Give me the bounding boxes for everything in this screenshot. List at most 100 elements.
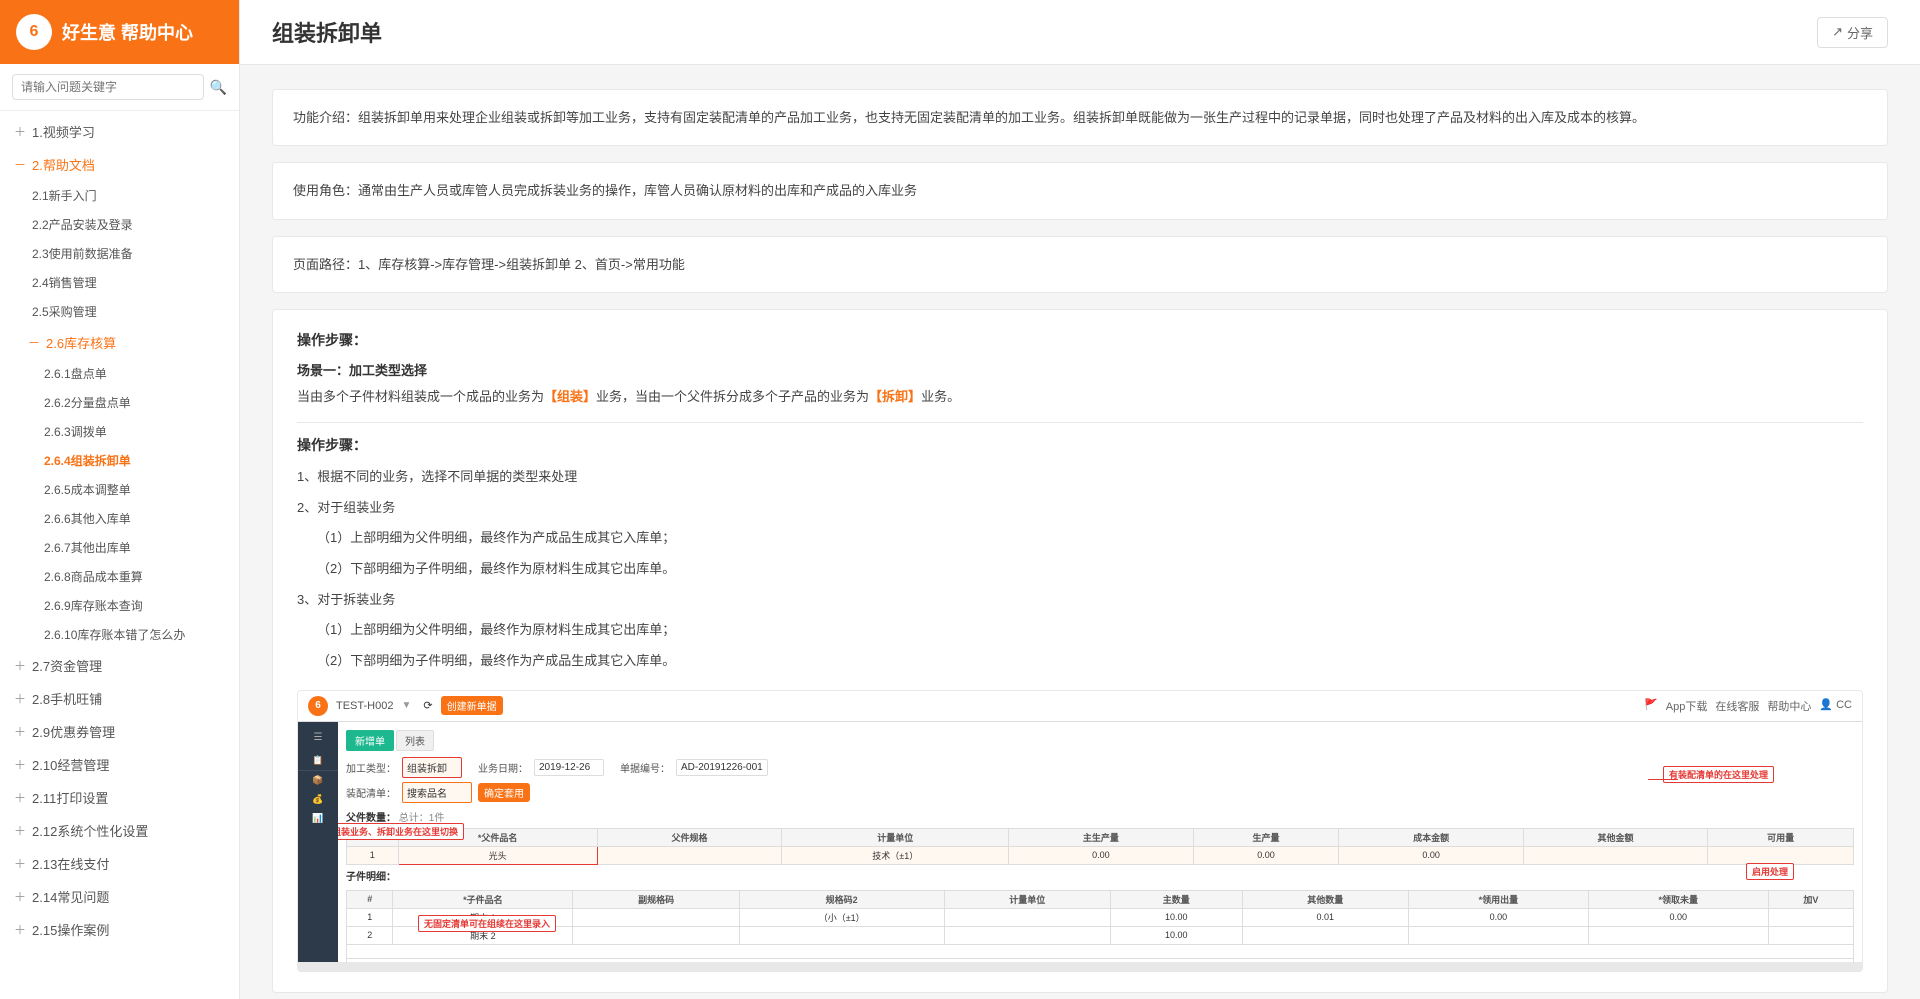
- mock-parent-row-1: 1 光头 技术（±1） 0.00 0.00 0.00: [347, 846, 1854, 864]
- mock-td-runit: 技术（±1）: [782, 846, 1009, 864]
- sidebar: 6 好生意 帮助中心 🔍 ＋ 1.视频学习 － 2.帮助文档 2.1新手入门 2…: [0, 0, 240, 999]
- sidebar-item-video[interactable]: ＋ 1.视频学习: [0, 115, 239, 148]
- sidebar-title: 好生意 帮助中心: [62, 19, 193, 45]
- share-button[interactable]: ↗ 分享: [1817, 17, 1888, 48]
- sidebar-item-newcomer[interactable]: 2.1新手入门: [0, 181, 239, 210]
- sidebar-item-purchase[interactable]: 2.5采购管理: [0, 297, 239, 326]
- steps-block: 操作步骤： 场景一：加工类型选择 当由多个子件材料组装成一个成品的业务为【组装】…: [272, 309, 1888, 993]
- mock-td-rprodqty: 0.00: [1193, 846, 1339, 864]
- sidebar-item-inventory[interactable]: － 2.6库存核算: [0, 326, 239, 359]
- plus-icon-3: ＋: [14, 690, 26, 707]
- minus-icon-2: －: [28, 334, 40, 351]
- sidebar-item-custom[interactable]: ＋ 2.12系统个性化设置: [0, 814, 239, 847]
- sidebar-item-otheroutstock[interactable]: 2.6.7其他出库单: [0, 533, 239, 562]
- sidebar-item-coupon[interactable]: ＋ 2.9优惠券管理: [0, 715, 239, 748]
- sidebar-item-stockcount[interactable]: 2.6.1盘点单: [0, 359, 239, 388]
- mock-ctd-spec1: [573, 908, 739, 926]
- mock-dropdown-icon: ▼: [401, 700, 411, 711]
- sidebar-item-print[interactable]: ＋ 2.11打印设置: [0, 781, 239, 814]
- mock-cth-usage: *领用出量: [1408, 890, 1588, 908]
- sidebar-item-finance[interactable]: ＋ 2.7资金管理: [0, 649, 239, 682]
- step-3-2: （2）下部明细为子件明细，最终作为产成品生成其它入库单。: [317, 649, 1863, 674]
- annotation-enable: 启用处理: [1746, 863, 1794, 880]
- sidebar-item-costrecalc[interactable]: 2.6.8商品成本重算: [0, 562, 239, 591]
- mock-enable-row: 子件明细： 启用处理: [346, 865, 1854, 886]
- sidebar-item-docs[interactable]: － 2.帮助文档: [0, 148, 239, 181]
- step-title: 操作步骤：: [297, 435, 1863, 455]
- mock-empty-row: [347, 944, 1854, 958]
- sidebar-item-ops[interactable]: ＋ 2.10经营管理: [0, 748, 239, 781]
- sidebar-item-mobile[interactable]: ＋ 2.8手机旺铺: [0, 682, 239, 715]
- plus-icon-8: ＋: [14, 855, 26, 872]
- sidebar-item-assembly[interactable]: 2.6.4组装拆卸单: [0, 446, 239, 475]
- step-2: 2、对于组装业务: [297, 496, 1863, 521]
- logo-icon: 6: [16, 14, 52, 50]
- plus-icon-6: ＋: [14, 789, 26, 806]
- mock-top-table-label: 父件数量： 总计：1件 组装业务、拆卸业务在这里切换: [346, 809, 1854, 824]
- mock-td-rother: [1523, 846, 1707, 864]
- sidebar-item-splitcount[interactable]: 2.6.2分量盘点单: [0, 388, 239, 417]
- search-button[interactable]: 🔍: [210, 79, 227, 96]
- step-2-1: （1）上部明细为父件明细，最终作为产成品生成其它入库单；: [317, 526, 1863, 551]
- page-title: 组装拆卸单: [272, 16, 382, 48]
- annotation-nofixed: 无固定清单可在组续在这里录入: [418, 915, 556, 932]
- sidebar-item-error[interactable]: 2.6.10库存账本错了怎么办: [0, 620, 239, 649]
- sidebar-item-otherinstock[interactable]: 2.6.6其他入库单: [0, 504, 239, 533]
- mock-ctd2-mainqty: 10.00: [1110, 926, 1242, 944]
- plus-icon-7: ＋: [14, 822, 26, 839]
- mock-app-link: App下载: [1666, 698, 1708, 714]
- mock-ctd-flag: [1768, 908, 1853, 926]
- mock-company: TEST-H002: [336, 700, 393, 712]
- plus-icon-5: ＋: [14, 756, 26, 773]
- sidebar-item-prepare[interactable]: 2.3使用前数据准备: [0, 239, 239, 268]
- step-3-1: （1）上部明细为父件明细，最终作为原材料生成其它出库单；: [317, 618, 1863, 643]
- mock-tab-list: 列表: [396, 730, 434, 751]
- mock-ctd-spec2: （小（±1）: [739, 908, 944, 926]
- sidebar-item-faq[interactable]: ＋ 2.14常见问题: [0, 880, 239, 913]
- sidebar-item-payment[interactable]: ＋ 2.13在线支付: [0, 847, 239, 880]
- mock-label-bom: 装配清单：: [346, 785, 396, 800]
- screenshot-container: 6 TEST-H002 ▼ ⟳ 创建新单据 🚩 App下载 在线客服 帮助中心 …: [297, 690, 1863, 972]
- mock-annotation-row1: 装配清单： 搜索品名 确定套用 有装配清单的在这里处理: [346, 782, 1854, 803]
- mock-th-mainqty: 主生产量: [1009, 828, 1193, 846]
- search-bar: 🔍: [0, 64, 239, 111]
- mock-tab-new: 新增单: [346, 730, 394, 751]
- mock-ctd2-spec2: [739, 926, 944, 944]
- mock-date-input: 2019-12-26: [534, 759, 604, 776]
- mock-child-row-2: 2 期末 2 10.00: [347, 926, 1854, 944]
- mock-parent-tbody: 1 光头 技术（±1） 0.00 0.00 0.00: [347, 846, 1854, 864]
- sidebar-item-sales[interactable]: 2.4销售管理: [0, 268, 239, 297]
- search-input[interactable]: [12, 74, 204, 100]
- mock-topbar: 6 TEST-H002 ▼ ⟳ 创建新单据 🚩 App下载 在线客服 帮助中心 …: [298, 691, 1862, 722]
- mock-no-input: AD-20191226-001: [676, 759, 768, 776]
- mock-cth-mainqty: 主数量: [1110, 890, 1242, 908]
- mock-refresh-icon: ⟳: [423, 699, 432, 712]
- sidebar-item-ledger[interactable]: 2.6.9库存账本查询: [0, 591, 239, 620]
- mock-th-other: 其他金额: [1523, 828, 1707, 846]
- minus-icon: －: [14, 156, 26, 173]
- sidebar-item-adjust[interactable]: 2.6.3调拨单: [0, 417, 239, 446]
- mock-cth-taken: *领取未量: [1588, 890, 1768, 908]
- mock-child-thead: # *子件品名 副规格码 规格码2 计量单位 主数量 其他数量 *领用出量 *领: [347, 890, 1854, 908]
- mock-label-type: 加工类型：: [346, 760, 396, 775]
- plus-icon: ＋: [14, 123, 26, 140]
- sidebar-item-costadj[interactable]: 2.6.5成本调整单: [0, 475, 239, 504]
- mock-top-icons: 🚩 App下载 在线客服 帮助中心 👤 CC: [1644, 698, 1852, 714]
- mock-form-row2: 装配清单： 搜索品名 确定套用: [346, 782, 1854, 803]
- mock-service-link: 在线客服: [1715, 698, 1759, 714]
- mock-td-rname: 光头: [398, 846, 597, 864]
- mock-ctd2-unit: [944, 926, 1110, 944]
- mock-ctd-usage: 0.00: [1408, 908, 1588, 926]
- ops-title: 操作步骤：: [297, 330, 1863, 350]
- mock-confirm-btn: 确定套用: [478, 783, 530, 802]
- content-area: 功能介绍：组装拆卸单用来处理企业组装或拆卸等加工业务，支持有固定装配清单的产品加…: [240, 65, 1920, 999]
- mock-cth-no: #: [347, 890, 393, 908]
- sidebar-item-cases[interactable]: ＋ 2.15操作案例: [0, 913, 239, 946]
- mock-flag-icon: 🚩: [1644, 698, 1658, 714]
- mock-label-date: 业务日期：: [478, 760, 528, 775]
- mock-ctd2-no: 2: [347, 926, 393, 944]
- main-content: 组装拆卸单 ↗ 分享 功能介绍：组装拆卸单用来处理企业组装或拆卸等加工业务，支持…: [240, 0, 1920, 999]
- mock-child-tbody: 1 期末 1 （小（±1） 10.00 0.01 0.00 0.00: [347, 908, 1854, 962]
- sidebar-item-install[interactable]: 2.2产品安装及登录: [0, 210, 239, 239]
- mock-child-row-3: [347, 944, 1854, 958]
